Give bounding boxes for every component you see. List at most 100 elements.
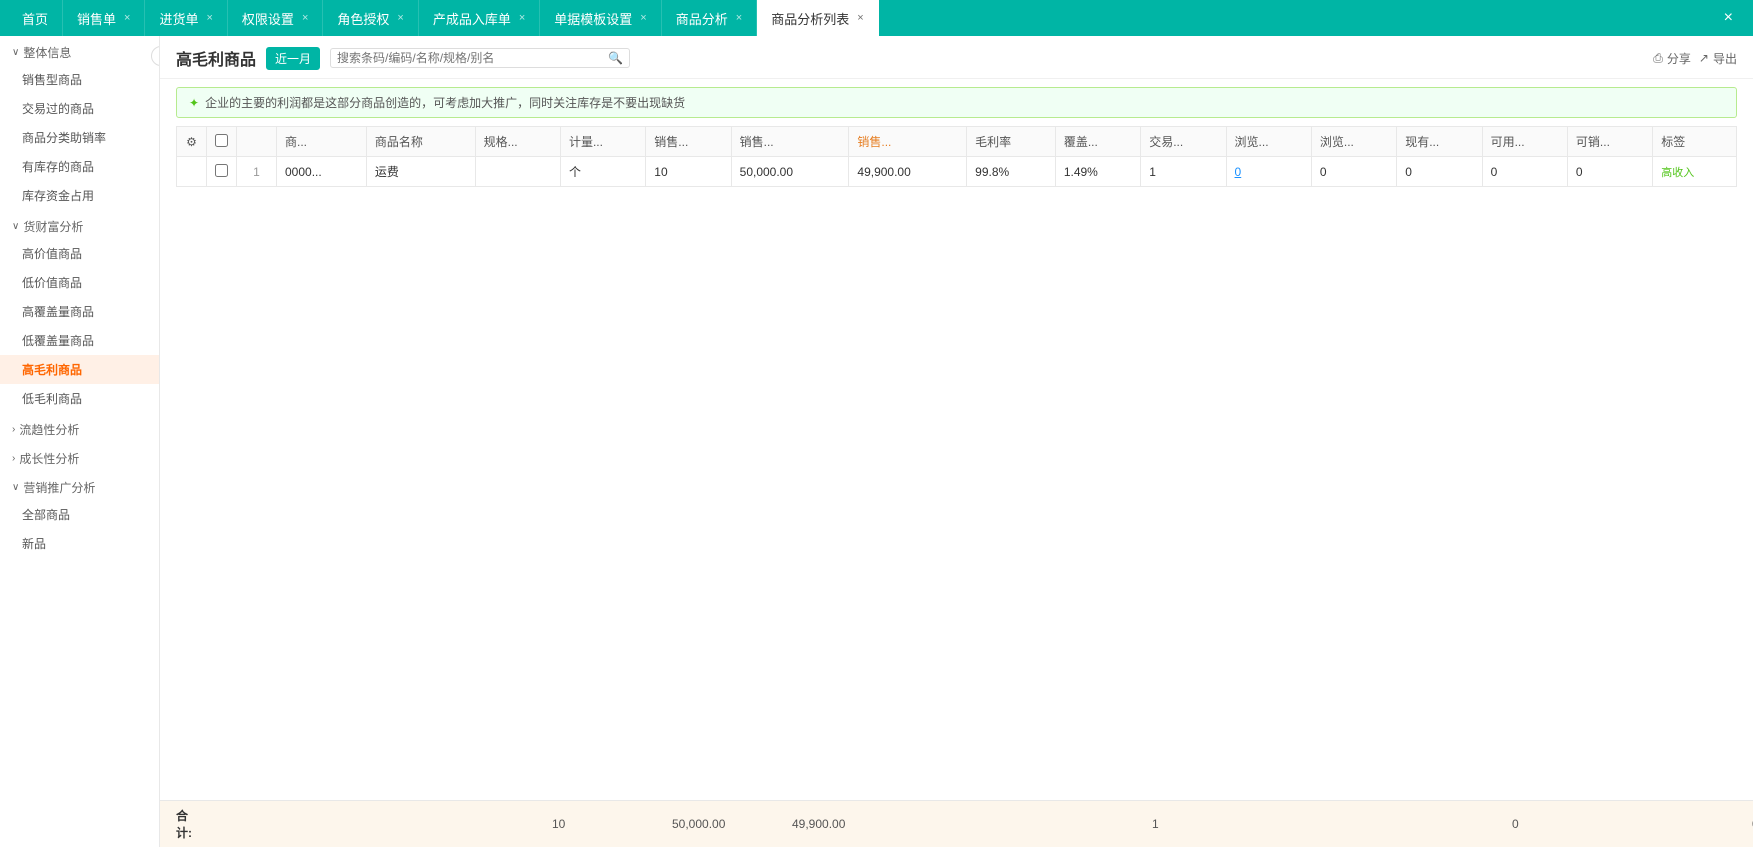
sidebar-group-flow[interactable]: › 流趋性分析 bbox=[0, 413, 159, 442]
cell-gross-rate: 99.8% bbox=[967, 157, 1056, 187]
close-icon[interactable]: × bbox=[124, 12, 130, 24]
col-sale-amt2[interactable]: 销售... bbox=[849, 127, 967, 157]
sidebar-item-low-coverage[interactable]: 低覆盖量商品 bbox=[0, 326, 159, 355]
nav-tab-analysis-list[interactable]: 商品分析列表 × bbox=[757, 0, 878, 36]
sidebar-item-high-margin[interactable]: 高毛利商品 bbox=[0, 355, 159, 384]
cell-sale-amt1: 50,000.00 bbox=[731, 157, 849, 187]
col-tag[interactable]: 标签 bbox=[1653, 127, 1737, 157]
cell-name: 运费 bbox=[366, 157, 475, 187]
close-icon[interactable]: × bbox=[206, 12, 212, 24]
cell-code: 0000... bbox=[277, 157, 367, 187]
close-icon[interactable]: × bbox=[397, 12, 403, 24]
info-icon: ✦ bbox=[189, 96, 199, 110]
col-gross-rate[interactable]: 毛利率 bbox=[967, 127, 1056, 157]
sidebar-item-all-goods[interactable]: 全部商品 bbox=[0, 500, 159, 529]
sidebar: 《 ∨ 整体信息 销售型商品 交易过的商品 商品分类助销率 有库存的商品 库存资… bbox=[0, 36, 160, 847]
cell-saleable-stock: 0 bbox=[1567, 157, 1652, 187]
share-icon: ⎙ bbox=[1653, 51, 1663, 66]
header-actions: ⎙ 分享 ↗ 导出 bbox=[1653, 50, 1737, 67]
col-checkbox[interactable] bbox=[207, 127, 237, 157]
nav-tab-analysis[interactable]: 商品分析 × bbox=[662, 0, 757, 36]
nav-tab-permission[interactable]: 权限设置 × bbox=[228, 0, 323, 36]
footer-trade-count: 1 bbox=[1152, 817, 1232, 831]
cell-unit: 个 bbox=[560, 157, 645, 187]
cell-browse2: 0 bbox=[1311, 157, 1396, 187]
col-saleable-stock[interactable]: 可销... bbox=[1567, 127, 1652, 157]
sidebar-item-stock-goods[interactable]: 有库存的商品 bbox=[0, 152, 159, 181]
cell-current-stock: 0 bbox=[1397, 157, 1482, 187]
col-cover-rate[interactable]: 覆盖... bbox=[1055, 127, 1140, 157]
tag-label: 高收入 bbox=[1661, 167, 1694, 179]
footer-sale-qty: 10 bbox=[552, 817, 632, 831]
search-icon[interactable]: 🔍 bbox=[608, 51, 623, 65]
close-icon[interactable]: × bbox=[519, 12, 525, 24]
close-all-tabs-button[interactable]: × bbox=[1712, 9, 1745, 27]
info-banner: ✦ 企业的主要的利润都是这部分商品创造的，可考虑加大推广，同时关注库存是不要出现… bbox=[176, 87, 1737, 118]
footer-sale-amt2: 49,900.00 bbox=[792, 817, 872, 831]
sidebar-group-growth[interactable]: › 成长性分析 bbox=[0, 442, 159, 471]
cell-index: 1 bbox=[237, 157, 277, 187]
browse-link[interactable]: 0 bbox=[1235, 165, 1242, 179]
chevron-down-icon: ∨ bbox=[12, 221, 19, 232]
sidebar-group-marketing[interactable]: ∨ 营销推广分析 bbox=[0, 471, 159, 500]
sidebar-item-sales-goods[interactable]: 销售型商品 bbox=[0, 65, 159, 94]
share-button[interactable]: ⎙ 分享 bbox=[1653, 50, 1691, 67]
col-browse1[interactable]: 浏览... bbox=[1226, 127, 1311, 157]
sidebar-item-stock-fund[interactable]: 库存资金占用 bbox=[0, 181, 159, 210]
col-sale-qty[interactable]: 销售... bbox=[646, 127, 731, 157]
content-area: 高毛利商品 近一月 🔍 ⎙ 分享 ↗ 导出 ✦ 企业的主要的利润都是这部分商品创… bbox=[160, 36, 1753, 847]
footer-label: 合计: bbox=[176, 807, 192, 841]
cell-checkbox[interactable] bbox=[207, 157, 237, 187]
sidebar-item-low-value[interactable]: 低价值商品 bbox=[0, 268, 159, 297]
sidebar-item-high-coverage[interactable]: 高覆盖量商品 bbox=[0, 297, 159, 326]
sidebar-item-category-rate[interactable]: 商品分类助销率 bbox=[0, 123, 159, 152]
chevron-down-icon: ∨ bbox=[12, 47, 19, 58]
nav-tab-sales[interactable]: 销售单 × bbox=[63, 0, 145, 36]
export-icon: ↗ bbox=[1699, 51, 1709, 65]
nav-tab-template[interactable]: 单据模板设置 × bbox=[540, 0, 661, 36]
col-current-stock[interactable]: 现有... bbox=[1397, 127, 1482, 157]
close-icon[interactable]: × bbox=[640, 12, 646, 24]
col-code[interactable]: 商... bbox=[277, 127, 367, 157]
cell-tag: 高收入 bbox=[1653, 157, 1737, 187]
nav-tab-home[interactable]: 首页 bbox=[8, 0, 63, 36]
cell-browse1[interactable]: 0 bbox=[1226, 157, 1311, 187]
col-settings[interactable]: ⚙ bbox=[177, 127, 207, 157]
col-available-stock[interactable]: 可用... bbox=[1482, 127, 1567, 157]
sidebar-item-high-value[interactable]: 高价值商品 bbox=[0, 239, 159, 268]
sidebar-item-traded-goods[interactable]: 交易过的商品 bbox=[0, 94, 159, 123]
select-all-checkbox[interactable] bbox=[215, 134, 228, 147]
top-navigation: 首页 销售单 × 进货单 × 权限设置 × 角色授权 × 产成品入库单 × 单据… bbox=[0, 0, 1753, 36]
table-container: ⚙ 商... 商品名称 规格... 计量... bbox=[160, 126, 1753, 800]
row-checkbox[interactable] bbox=[215, 164, 228, 177]
cell-available-stock: 0 bbox=[1482, 157, 1567, 187]
main-layout: 《 ∨ 整体信息 销售型商品 交易过的商品 商品分类助销率 有库存的商品 库存资… bbox=[0, 36, 1753, 847]
footer-current-stock: 0 bbox=[1512, 817, 1592, 831]
filter-recent-month-button[interactable]: 近一月 bbox=[266, 47, 320, 70]
table-footer: 合计: 10 50,000.00 49,900.00 1 0 0 bbox=[160, 800, 1753, 847]
search-input[interactable] bbox=[337, 51, 604, 65]
col-sale-amt1[interactable]: 销售... bbox=[731, 127, 849, 157]
sidebar-item-new-goods[interactable]: 新品 bbox=[0, 529, 159, 558]
col-browse2[interactable]: 浏览... bbox=[1311, 127, 1396, 157]
close-icon[interactable]: × bbox=[857, 12, 863, 24]
nav-tab-product-stock[interactable]: 产成品入库单 × bbox=[419, 0, 540, 36]
export-button[interactable]: ↗ 导出 bbox=[1699, 50, 1737, 67]
cell-settings bbox=[177, 157, 207, 187]
cell-spec bbox=[475, 157, 560, 187]
col-unit[interactable]: 计量... bbox=[560, 127, 645, 157]
sidebar-item-low-margin[interactable]: 低毛利商品 bbox=[0, 384, 159, 413]
chevron-down-icon: ∨ bbox=[12, 482, 19, 493]
close-icon[interactable]: × bbox=[736, 12, 742, 24]
col-trade-count[interactable]: 交易... bbox=[1141, 127, 1226, 157]
data-table: ⚙ 商... 商品名称 规格... 计量... bbox=[176, 126, 1737, 187]
nav-tab-purchase[interactable]: 进货单 × bbox=[145, 0, 227, 36]
close-icon[interactable]: × bbox=[302, 12, 308, 24]
col-spec[interactable]: 规格... bbox=[475, 127, 560, 157]
sidebar-group-overall[interactable]: ∨ 整体信息 bbox=[0, 36, 159, 65]
nav-tab-role[interactable]: 角色授权 × bbox=[323, 0, 418, 36]
sidebar-group-wealth[interactable]: ∨ 货财富分析 bbox=[0, 210, 159, 239]
col-name[interactable]: 商品名称 bbox=[366, 127, 475, 157]
footer-sale-amt1: 50,000.00 bbox=[672, 817, 752, 831]
page-title: 高毛利商品 bbox=[176, 46, 256, 70]
